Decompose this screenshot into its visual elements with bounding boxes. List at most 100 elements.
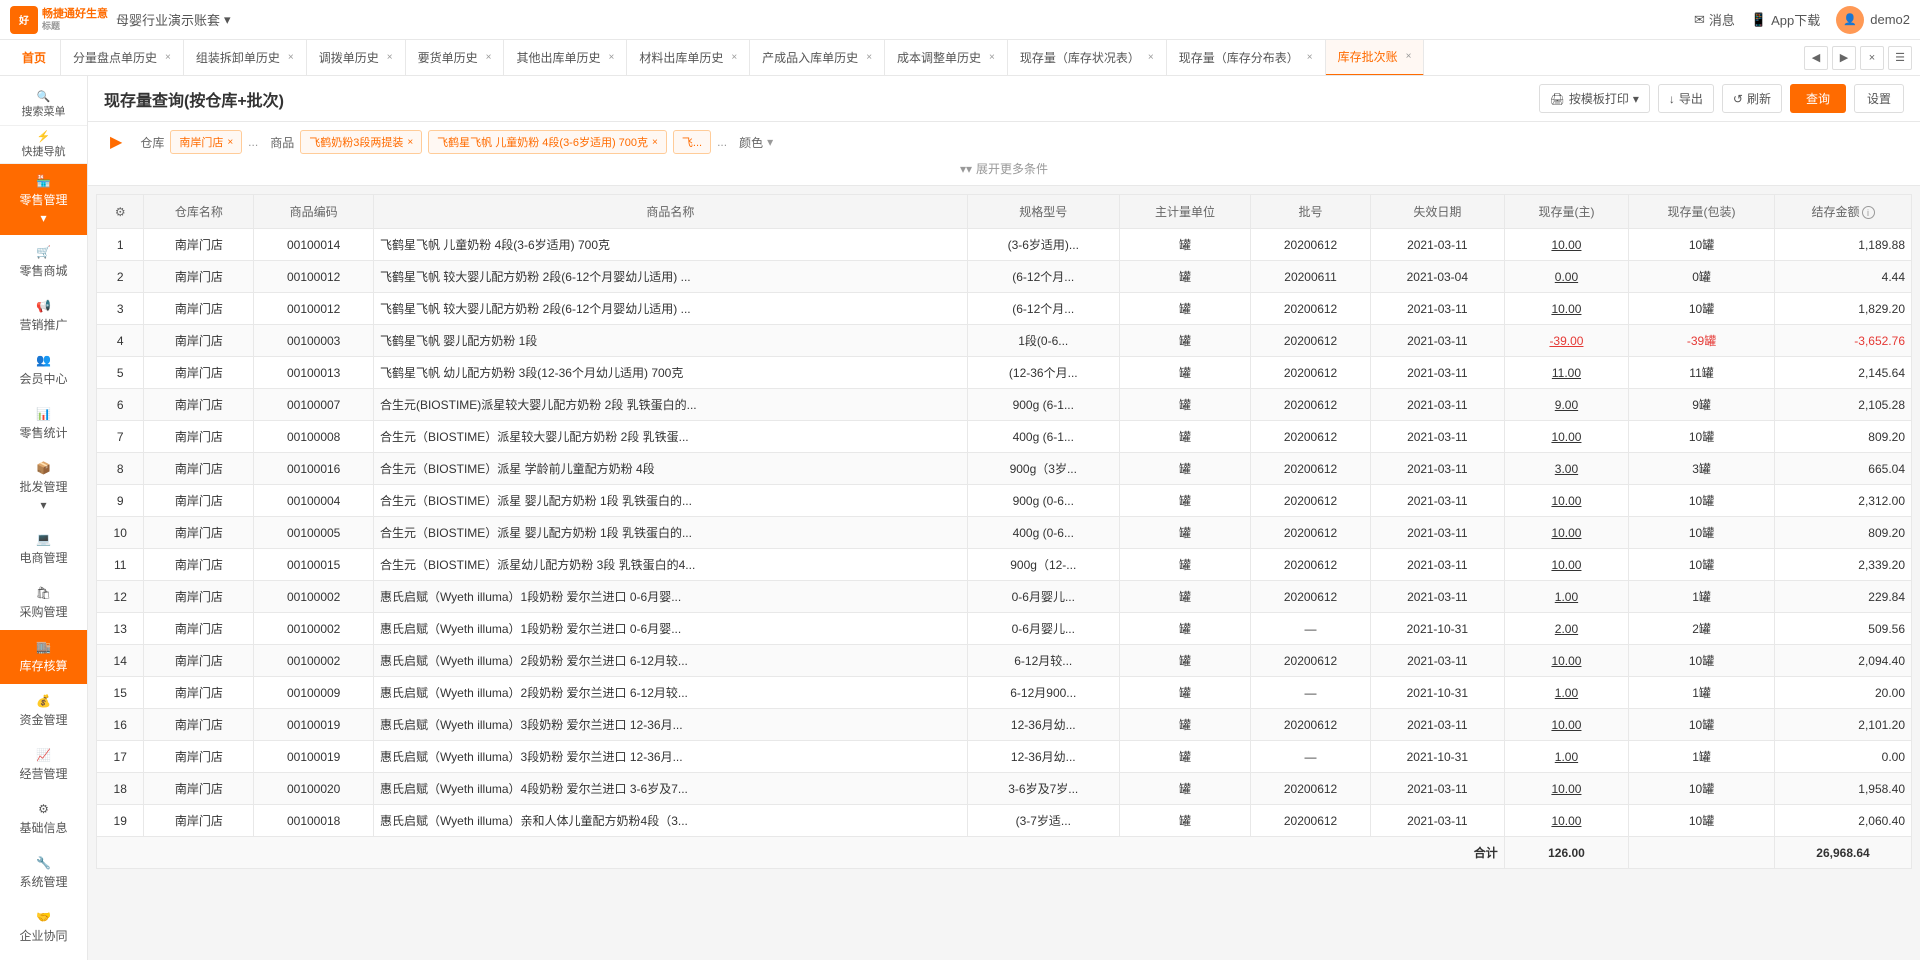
warehouse-tag[interactable]: 南岸门店 ×	[170, 130, 242, 154]
tab-zuzhuang[interactable]: 组装拆卸单历史 ×	[184, 40, 307, 76]
row-amount: 809.20	[1774, 517, 1911, 549]
row-batch: 20200612	[1251, 805, 1371, 837]
close-icon[interactable]: ×	[989, 52, 995, 63]
tab-fendian[interactable]: 分量盘点单历史 ×	[61, 40, 184, 76]
color-arrow-icon[interactable]: ▾	[767, 135, 773, 149]
sidebar-item-huiyuan[interactable]: 👥 会员中心	[0, 343, 87, 397]
remove-goods1-icon[interactable]: ×	[407, 137, 413, 148]
row-qty-main[interactable]: 10.00	[1504, 229, 1628, 261]
export-btn[interactable]: ↓ 导出	[1658, 84, 1714, 113]
sidebar-item-lingshoucheng[interactable]: 🛒 零售商城	[0, 235, 87, 289]
row-qty-main[interactable]: 3.00	[1504, 453, 1628, 485]
workspace-selector[interactable]: 母婴行业演示账套 ▾	[116, 10, 231, 29]
sidebar-item-jingying[interactable]: 📈 经营管理	[0, 738, 87, 792]
warehouse-more[interactable]: ...	[248, 135, 258, 149]
row-qty-main[interactable]: 10.00	[1504, 421, 1628, 453]
row-qty-main[interactable]: 1.00	[1504, 741, 1628, 773]
row-qty-main[interactable]: 0.00	[1504, 261, 1628, 293]
row-qty-main[interactable]: 1.00	[1504, 581, 1628, 613]
tab-prev-btn[interactable]: ◀	[1804, 46, 1828, 70]
goods-more[interactable]: ...	[717, 135, 727, 149]
tab-home[interactable]: 首页	[8, 40, 61, 76]
row-batch: 20200612	[1251, 773, 1371, 805]
row-qty-main[interactable]: 10.00	[1504, 293, 1628, 325]
row-code: 00100008	[254, 421, 374, 453]
close-icon[interactable]: ×	[866, 52, 872, 63]
row-no: 3	[97, 293, 144, 325]
close-icon[interactable]: ×	[486, 52, 492, 63]
row-unit: 罐	[1119, 293, 1251, 325]
tab-yaohuo[interactable]: 要货单历史 ×	[406, 40, 505, 76]
sidebar-item-xitong[interactable]: 🔧 系统管理	[0, 846, 87, 900]
row-qty-main[interactable]: 11.00	[1504, 357, 1628, 389]
row-qty-main[interactable]: 10.00	[1504, 805, 1628, 837]
tab-next-btn[interactable]: ▶	[1832, 46, 1856, 70]
tab-chengben[interactable]: 成本调整单历史 ×	[885, 40, 1008, 76]
tab-xiancun1[interactable]: 现存量（库存状况表） ×	[1008, 40, 1167, 76]
sidebar-item-lingshoutongji[interactable]: 📊 零售统计	[0, 397, 87, 451]
remove-warehouse-icon[interactable]: ×	[227, 137, 233, 148]
row-qty-main[interactable]: 10.00	[1504, 517, 1628, 549]
row-qty-main[interactable]: 1.00	[1504, 677, 1628, 709]
row-warehouse: 南岸门店	[144, 677, 254, 709]
footer-total-qty: 126.00	[1504, 837, 1628, 869]
close-icon[interactable]: ×	[731, 52, 737, 63]
close-icon[interactable]: ×	[1148, 52, 1154, 63]
expand-filter-arrow[interactable]: ▶	[104, 132, 128, 152]
close-icon[interactable]: ×	[165, 52, 171, 63]
goods-tag-2[interactable]: 飞鹤星飞帆 儿童奶粉 4段(3-6岁适用) 700克 ×	[428, 130, 667, 154]
goods-tag-1[interactable]: 飞鹤奶粉3段两提装 ×	[300, 130, 422, 154]
stat-icon: 📊	[36, 407, 51, 421]
app-download-btn[interactable]: 📱 App下载	[1751, 10, 1820, 29]
sidebar-item-xinshou[interactable]: 🎓 新手引导	[0, 954, 87, 960]
sidebar-item-caigou[interactable]: 🛍 采购管理	[0, 576, 87, 630]
tab-diaob[interactable]: 调拨单历史 ×	[307, 40, 406, 76]
user-area[interactable]: 👤 demo2	[1836, 6, 1910, 34]
refresh-btn[interactable]: ↺ 刷新	[1722, 84, 1782, 113]
amount-info-icon[interactable]: i	[1862, 206, 1875, 219]
col-setting[interactable]: ⚙	[97, 195, 144, 229]
quick-nav-btn[interactable]: ⚡ 快捷导航	[0, 126, 87, 164]
row-qty-main[interactable]: 9.00	[1504, 389, 1628, 421]
sidebar-item-yingxiao[interactable]: 📢 营销推广	[0, 289, 87, 343]
close-icon[interactable]: ×	[608, 52, 614, 63]
row-warehouse: 南岸门店	[144, 581, 254, 613]
query-btn[interactable]: 查询	[1790, 84, 1846, 113]
search-menu-btn[interactable]: 🔍 搜索菜单	[0, 84, 87, 126]
message-btn[interactable]: ✉ 消息	[1694, 10, 1735, 29]
sidebar-item-qiye[interactable]: 🤝 企业协同	[0, 900, 87, 954]
row-warehouse: 南岸门店	[144, 229, 254, 261]
row-qty-main[interactable]: 10.00	[1504, 645, 1628, 677]
row-warehouse: 南岸门店	[144, 485, 254, 517]
row-batch: 20200612	[1251, 421, 1371, 453]
tab-cailiao[interactable]: 材料出库单历史 ×	[627, 40, 750, 76]
content-area: 现存量查询(按仓库+批次) 🖨 按模板打印 ▾ ↓ 导出 ↺ 刷新 查询 设置	[88, 76, 1920, 960]
row-qty-main[interactable]: -39.00	[1504, 325, 1628, 357]
sidebar-item-dianshang[interactable]: 💻 电商管理	[0, 522, 87, 576]
print-btn[interactable]: 🖨 按模板打印 ▾	[1539, 84, 1650, 113]
row-qty-main[interactable]: 2.00	[1504, 613, 1628, 645]
tab-chengpin[interactable]: 产成品入库单历史 ×	[750, 40, 885, 76]
row-qty-main[interactable]: 10.00	[1504, 709, 1628, 741]
sidebar-item-jichu[interactable]: ⚙ 基础信息	[0, 792, 87, 846]
close-icon[interactable]: ×	[1406, 51, 1412, 62]
sidebar-item-zijin[interactable]: 💰 资金管理	[0, 684, 87, 738]
sidebar-item-kucun[interactable]: 🏬 库存核算	[0, 630, 87, 684]
tab-qita[interactable]: 其他出库单历史 ×	[504, 40, 627, 76]
row-qty-main[interactable]: 10.00	[1504, 773, 1628, 805]
tab-menu-btn[interactable]: ☰	[1888, 46, 1912, 70]
close-icon[interactable]: ×	[288, 52, 294, 63]
close-icon[interactable]: ×	[387, 52, 393, 63]
close-icon[interactable]: ×	[1307, 52, 1313, 63]
remove-goods2-icon[interactable]: ×	[652, 137, 658, 148]
row-qty-main[interactable]: 10.00	[1504, 485, 1628, 517]
expand-conditions-btn[interactable]: ▾▾ 展开更多条件	[960, 160, 1048, 177]
tab-xiancun2[interactable]: 现存量（库存分布表） ×	[1167, 40, 1326, 76]
tab-kupicizhanag[interactable]: 库存批次账 ×	[1326, 40, 1425, 76]
goods-tag-extra[interactable]: 飞...	[673, 130, 711, 154]
tab-close-btn[interactable]: ×	[1860, 46, 1884, 70]
setting-btn[interactable]: 设置	[1854, 84, 1904, 113]
sidebar-item-pifaguan[interactable]: 📦 批发管理 ▾	[0, 451, 87, 522]
row-qty-main[interactable]: 10.00	[1504, 549, 1628, 581]
sidebar-item-lingshouguan[interactable]: 🏪 零售管理 ▾	[0, 164, 87, 235]
